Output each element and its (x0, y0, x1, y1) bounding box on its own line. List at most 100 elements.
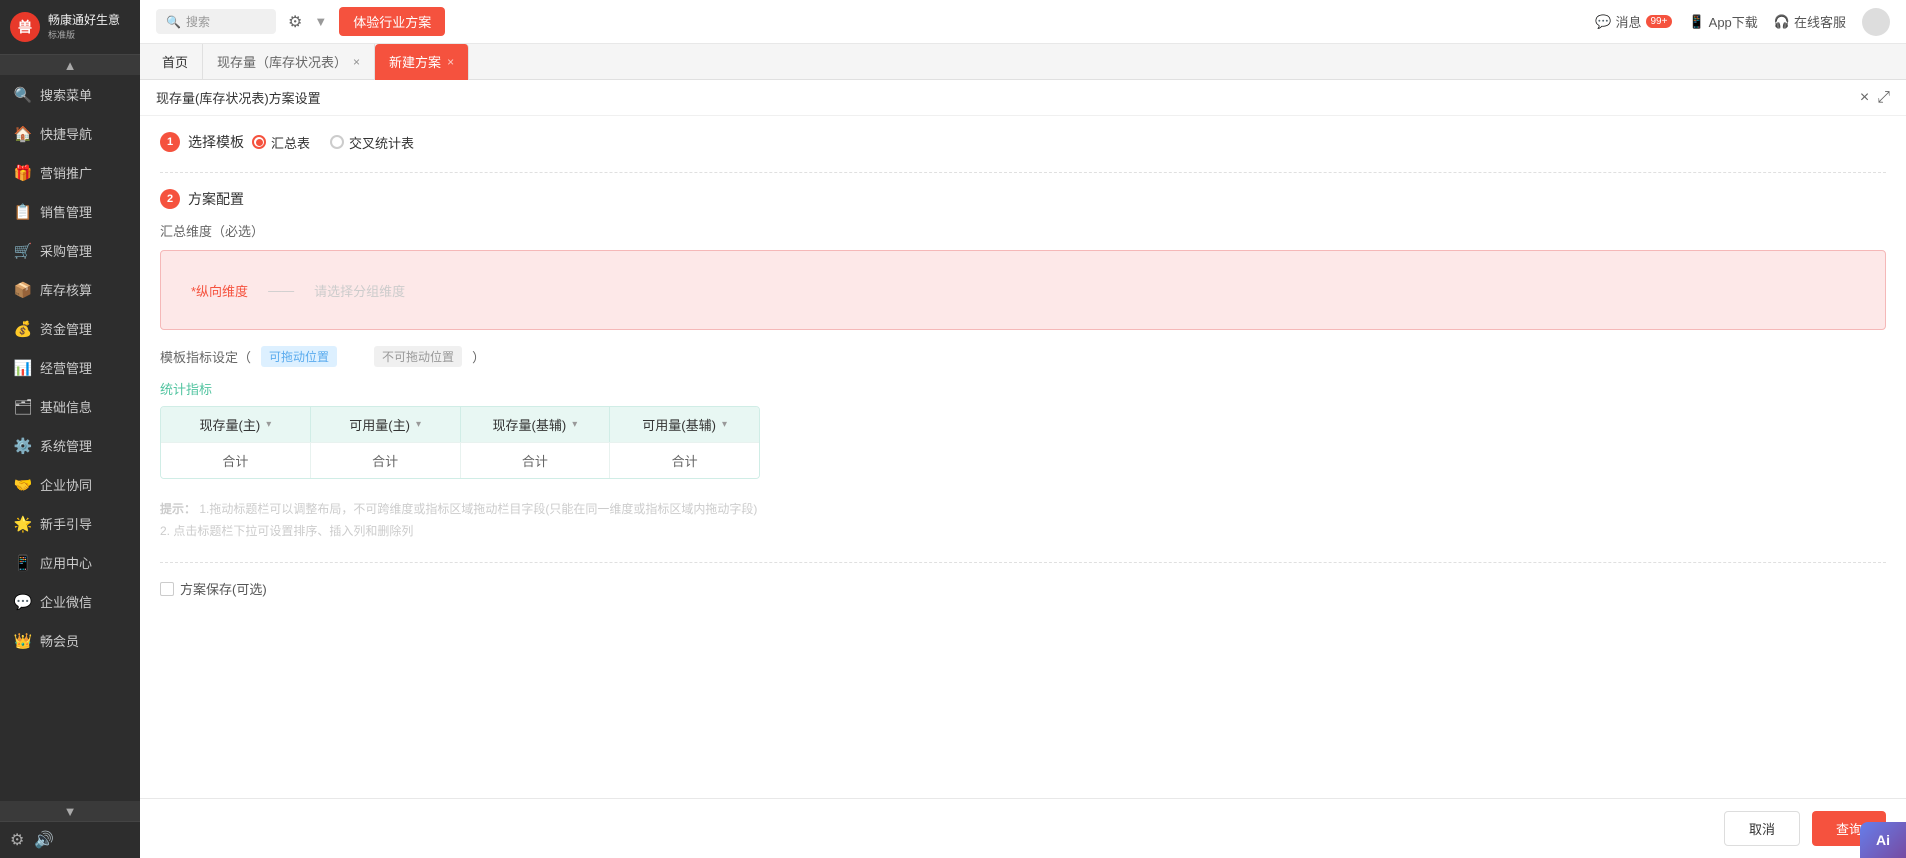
sidebar-item-wechat[interactable]: 💬 企业微信 (0, 582, 140, 621)
stats-col-1-dropdown[interactable]: ▾ (416, 419, 421, 430)
app-version: 标准版 (48, 28, 120, 41)
stats-cell-0-2: 合计 (461, 443, 611, 478)
summary-label: 汇总维度（必选） (160, 221, 1886, 240)
stats-table-header: 现存量(主) ▾ 可用量(主) ▾ 现存量(基辅) ▾ (161, 407, 759, 442)
message-label: 消息 (1615, 12, 1641, 31)
ai-label: Ai (1876, 832, 1890, 848)
sidebar-item-inventory[interactable]: 📦 库存核算 (0, 270, 140, 309)
footer-bar: 取消 查询 (140, 798, 1906, 858)
topbar-left: 🔍 搜索 ⚙ ▼ 体验行业方案 (156, 7, 1595, 36)
sidebar-item-search[interactable]: 🔍 搜索菜单 (0, 75, 140, 114)
expand-btn[interactable]: ⤢ (1877, 89, 1890, 107)
dimension-placeholder: 请选择分组维度 (314, 281, 405, 300)
message-icon: 💬 (1595, 14, 1611, 30)
non-draggable-badge: 不可拖动位置 (374, 346, 462, 367)
stats-table: 现存量(主) ▾ 可用量(主) ▾ 现存量(基辅) ▾ (160, 406, 760, 479)
sidebar: 兽 畅康通好生意 标准版 ▲ 🔍 搜索菜单 🏠 快捷导航 🎁 营销推广 📋 销售… (0, 0, 140, 858)
dimension-area[interactable]: *纵向维度 —— 请选择分组维度 (160, 250, 1886, 330)
sidebar-scroll-up[interactable]: ▲ (0, 55, 140, 75)
cancel-button[interactable]: 取消 (1724, 811, 1800, 846)
topbar-search[interactable]: 🔍 搜索 (156, 9, 276, 34)
stats-header-cell-2[interactable]: 现存量(基辅) ▾ (461, 407, 611, 442)
stats-header-cell-3[interactable]: 可用量(基辅) ▾ (610, 407, 759, 442)
tips-text-0: 1.拖动标题栏可以调整布局，不可跨维度或指标区域拖动栏目字段(只能在同一维度或指… (199, 502, 757, 516)
logo-text: 畅康通好生意 标准版 (48, 13, 120, 42)
save-label: 方案保存(可选) (180, 579, 267, 598)
sidebar-item-operations[interactable]: 📊 经营管理 (0, 348, 140, 387)
sidebar-item-system[interactable]: ⚙️ 系统管理 (0, 426, 140, 465)
radio-cross[interactable]: 交叉统计表 (330, 133, 414, 152)
radio-summary[interactable]: 汇总表 (252, 133, 310, 152)
sidebar-item-finance[interactable]: 💰 资金管理 (0, 309, 140, 348)
step2-title: 方案配置 (188, 189, 244, 209)
tab-new-plan-close[interactable]: × (447, 55, 454, 69)
stats-col-3-dropdown[interactable]: ▾ (722, 419, 727, 430)
message-area[interactable]: 💬 消息 99+ (1595, 12, 1672, 31)
sidebar-inventory-label: 库存核算 (40, 280, 92, 299)
sidebar-item-enterprise[interactable]: 🤝 企业协同 (0, 465, 140, 504)
sidebar-nav: 🔍 搜索菜单 🏠 快捷导航 🎁 营销推广 📋 销售管理 🛒 采购管理 📦 库存核… (0, 75, 140, 801)
sound-icon[interactable]: 🔊 (34, 830, 54, 850)
industry-btn[interactable]: 体验行业方案 (339, 7, 445, 36)
star-icon: 🌟 (14, 515, 32, 533)
topbar-dropdown-icon[interactable]: ▼ (314, 14, 327, 29)
stats-col-2-label: 现存量(基辅) (493, 415, 567, 434)
save-checkbox[interactable] (160, 582, 174, 596)
radio-cross-label: 交叉统计表 (349, 133, 414, 152)
tab-inventory-label: 现存量（库存状况表） (217, 52, 347, 71)
config-section: 汇总维度（必选） *纵向维度 —— 请选择分组维度 模板指标设定（ (160, 221, 1886, 542)
stats-header-cell-1[interactable]: 可用量(主) ▾ (311, 407, 461, 442)
sidebar-marketing-label: 营销推广 (40, 163, 92, 182)
sidebar-finance-label: 资金管理 (40, 319, 92, 338)
cart-icon: 🛒 (14, 242, 32, 260)
sidebar-item-purchase[interactable]: 🛒 采购管理 (0, 231, 140, 270)
online-service-area[interactable]: 🎧 在线客服 (1774, 12, 1846, 31)
dimension-content: *纵向维度 —— 请选择分组维度 (191, 281, 405, 300)
sidebar-search-label: 搜索菜单 (40, 85, 92, 104)
sidebar-item-quicknav[interactable]: 🏠 快捷导航 (0, 114, 140, 153)
sidebar-item-newguide[interactable]: 🌟 新手引导 (0, 504, 140, 543)
tab-inventory-close[interactable]: × (353, 55, 360, 69)
app-download-area[interactable]: 📱 App下载 (1688, 12, 1757, 31)
indicator-label: 模板指标设定（ 可拖动位置 不可拖动位置 ） (160, 346, 1886, 367)
home-icon: 🏠 (14, 125, 32, 143)
stats-col-2-dropdown[interactable]: ▾ (572, 419, 577, 430)
save-option: 方案保存(可选) (160, 579, 1886, 598)
ai-float-button[interactable]: Ai (1860, 822, 1906, 858)
sidebar-item-basics[interactable]: 🗂 基础信息 (0, 387, 140, 426)
sidebar-item-sales[interactable]: 📋 销售管理 (0, 192, 140, 231)
topbar-settings-icon[interactable]: ⚙ (288, 12, 302, 32)
search-icon: 🔍 (14, 86, 32, 104)
radio-summary-circle (252, 135, 266, 149)
topbar: 🔍 搜索 ⚙ ▼ 体验行业方案 💬 消息 99+ 📱 App下载 🎧 在线客服 (140, 0, 1906, 44)
indicator-settings-text: 模板指标设定（ (160, 347, 251, 366)
money-icon: 💰 (14, 320, 32, 338)
tab-inventory[interactable]: 现存量（库存状况表） × (203, 44, 375, 80)
sidebar-newguide-label: 新手引导 (40, 514, 92, 533)
tab-home[interactable]: 首页 (148, 44, 203, 80)
close-btn[interactable]: × (1860, 89, 1869, 107)
tips-title: 提示： (160, 502, 196, 516)
main-content: 🔍 搜索 ⚙ ▼ 体验行业方案 💬 消息 99+ 📱 App下载 🎧 在线客服 (140, 0, 1906, 858)
sidebar-scroll-down[interactable]: ▼ (0, 801, 140, 821)
settings-icon[interactable]: ⚙ (10, 830, 24, 850)
step1-header: 1 选择模板 汇总表 交叉统计表 (160, 132, 1886, 152)
radio-summary-label: 汇总表 (271, 133, 310, 152)
sidebar-wechat-label: 企业微信 (40, 592, 92, 611)
tab-new-plan-label: 新建方案 (389, 52, 441, 71)
gift-icon: 🎁 (14, 164, 32, 182)
tab-new-plan[interactable]: 新建方案 × (375, 44, 469, 80)
stats-cell-0-0: 合计 (161, 443, 311, 478)
sidebar-item-marketing[interactable]: 🎁 营销推广 (0, 153, 140, 192)
stats-table-body: 合计 合计 合计 合计 (161, 442, 759, 478)
message-badge: 99+ (1646, 15, 1673, 28)
sidebar-appcenter-label: 应用中心 (40, 553, 92, 572)
sidebar-item-member[interactable]: 👑 畅会员 (0, 621, 140, 660)
stats-col-0-dropdown[interactable]: ▾ (266, 419, 271, 430)
folder-icon: 🗂 (14, 398, 32, 416)
stats-header-cell-0[interactable]: 现存量(主) ▾ (161, 407, 311, 442)
user-avatar[interactable] (1862, 8, 1890, 36)
sidebar-logo: 兽 畅康通好生意 标准版 (0, 0, 140, 55)
sidebar-item-appcenter[interactable]: 📱 应用中心 (0, 543, 140, 582)
page-title: 现存量(库存状况表)方案设置 (156, 88, 321, 107)
